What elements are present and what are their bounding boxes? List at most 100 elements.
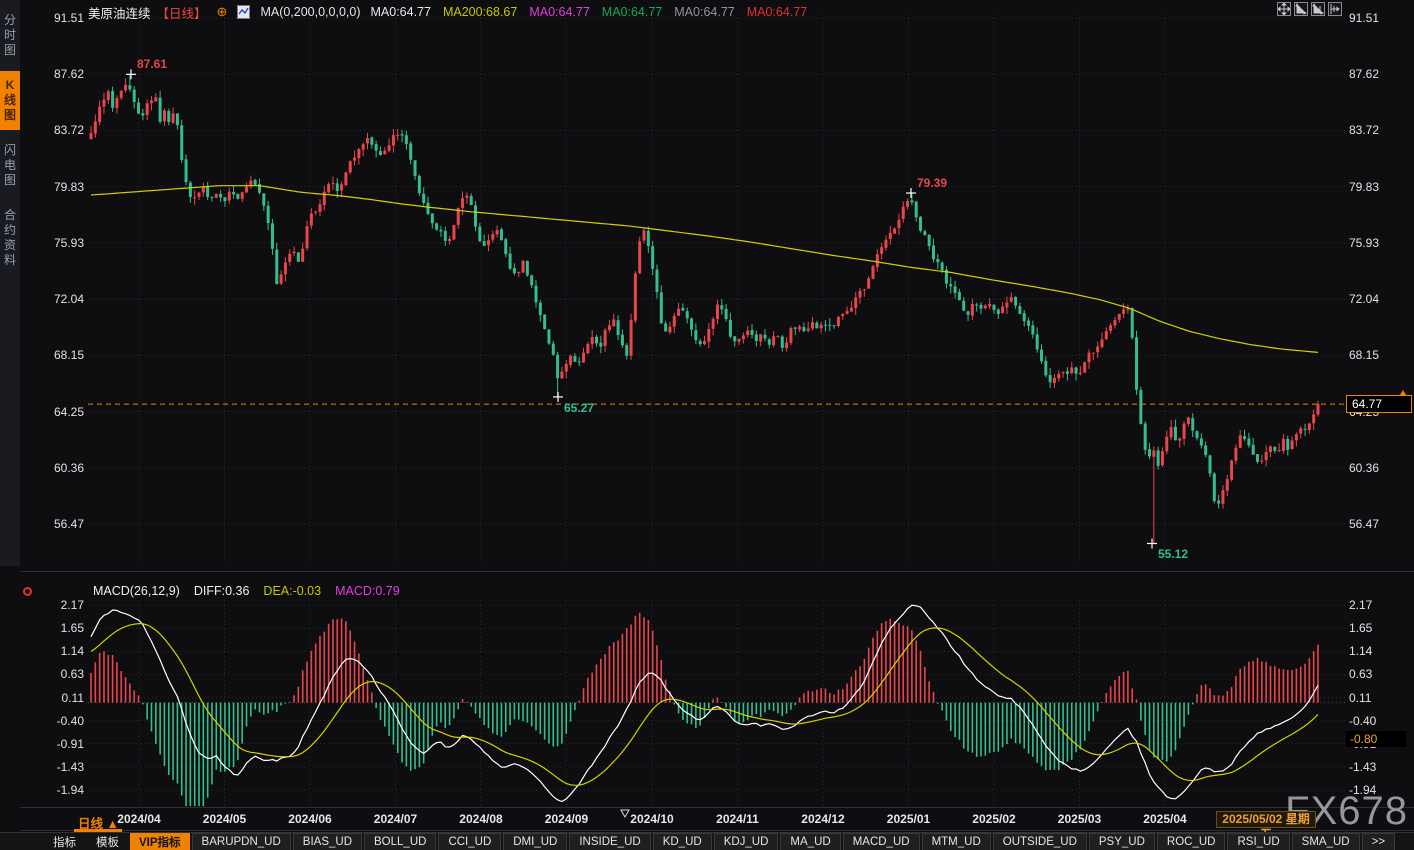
indicator-tab-[interactable]: >> — [1362, 833, 1395, 850]
price-tick-left: 91.51 — [20, 11, 84, 25]
price-tick-right: 83.72 — [1349, 123, 1411, 137]
indicator-tab-VIP[interactable]: VIP指标 — [130, 833, 190, 850]
macd-value-box: -0.80 — [1346, 731, 1406, 747]
indicator-tab-BARUPDN_UD[interactable]: BARUPDN_UD — [192, 833, 291, 850]
month-label: 2024/08 — [438, 812, 524, 826]
macd-tick-right: -0.40 — [1349, 714, 1411, 728]
current-date-label: 2025/05/02 星期五 — [1216, 811, 1316, 828]
macd-axis-value: -0.80 — [1350, 732, 1377, 746]
price-tick-right: 91.51 — [1349, 11, 1411, 25]
price-tick-right: 68.15 — [1349, 348, 1411, 362]
macd-legend-item-3: MACD:0.79 — [335, 584, 400, 598]
macd-tick-left: -0.91 — [20, 737, 84, 751]
price-tick-left: 56.47 — [20, 517, 84, 531]
indicator-tab-ROC_UD[interactable]: ROC_UD — [1157, 833, 1226, 850]
month-label: 2024/06 — [267, 812, 353, 826]
macd-tick-left: 0.63 — [20, 667, 84, 681]
period-label: 【日线】 — [157, 3, 207, 22]
indicator-tab-PSY_UD[interactable]: PSY_UD — [1089, 833, 1155, 850]
macd-tick-left: 0.11 — [20, 691, 84, 705]
chart-canvas — [0, 0, 1414, 850]
markers — [126, 69, 1408, 817]
price-tick-left: 75.93 — [20, 236, 84, 250]
month-label: 2025/04 — [1122, 812, 1208, 826]
indicator-tab-BOLL_UD[interactable]: BOLL_UD — [364, 833, 436, 850]
price-tick-left: 60.36 — [20, 461, 84, 475]
macd-tick-right: 1.14 — [1349, 644, 1411, 658]
macd-tick-left: 2.17 — [20, 598, 84, 612]
indicator-tab-OUTSIDE_UD[interactable]: OUTSIDE_UD — [993, 833, 1087, 850]
indicator-tab-KDJ_UD[interactable]: KDJ_UD — [714, 833, 779, 850]
price-annotation: 79.39 — [917, 176, 947, 190]
price-annotation: 87.61 — [137, 57, 167, 71]
month-label: 2024/07 — [353, 812, 439, 826]
price-tick-left: 79.83 — [20, 180, 84, 194]
macd-name: MACD(26,12,9) — [93, 584, 180, 598]
ma-value-4: MA0:64.77 — [602, 5, 662, 19]
indicator-tab-MTM_UD[interactable]: MTM_UD — [922, 833, 991, 850]
last-price-value: 64.77 — [1352, 397, 1382, 411]
kline-style-icon[interactable] — [237, 5, 250, 19]
ma-value-2: MA200:68.67 — [443, 5, 517, 19]
macd-tick-left: -0.40 — [20, 714, 84, 728]
indicator-tab-RSI_UD[interactable]: RSI_UD — [1227, 833, 1289, 850]
price-tick-left: 68.15 — [20, 348, 84, 362]
macd-tick-right: 2.17 — [1349, 598, 1411, 612]
ma-value-1: MA0:64.77 — [371, 5, 431, 19]
indicator-target-icon[interactable] — [23, 587, 32, 596]
candlestick-series — [90, 74, 1320, 543]
price-tick-right: 79.83 — [1349, 180, 1411, 194]
indicator-tab-[interactable]: 指标 — [44, 833, 85, 850]
ma-values: MA0:64.77 MA200:68.67 MA0:64.77 MA0:64.77 MA… — [371, 5, 808, 19]
macd-tick-right: -1.43 — [1349, 760, 1411, 774]
axis-scale-left-icon[interactable] — [1294, 2, 1308, 16]
price-tick-right: 60.36 — [1349, 461, 1411, 475]
indicator-tab-MACD_UD[interactable]: MACD_UD — [843, 833, 920, 850]
month-label: 2025/03 — [1037, 812, 1123, 826]
price-tick-right: 75.93 — [1349, 236, 1411, 250]
month-label: 2025/02 — [951, 812, 1037, 826]
price-annotation: 65.27 — [564, 401, 594, 415]
month-label: 2024/12 — [780, 812, 866, 826]
month-label: 2025/01 — [866, 812, 952, 826]
macd-tick-right: 1.65 — [1349, 621, 1411, 635]
indicator-tab-KD_UD[interactable]: KD_UD — [653, 833, 712, 850]
price-tick-right: 72.04 — [1349, 292, 1411, 306]
macd-tick-left: 1.65 — [20, 621, 84, 635]
macd-tick-right: 0.63 — [1349, 667, 1411, 681]
indicator-tab-CCI_UD[interactable]: CCI_UD — [438, 833, 501, 850]
month-label: 2024/10 — [609, 812, 695, 826]
axis-shift-icon[interactable] — [1328, 2, 1342, 16]
price-annotation: 55.12 — [1158, 547, 1188, 561]
indicator-tab-DMI_UD[interactable]: DMI_UD — [503, 833, 567, 850]
indicator-tab-[interactable]: 模板 — [87, 833, 128, 850]
axis-scale-right-icon[interactable] — [1311, 2, 1325, 16]
month-label: 2024/11 — [695, 812, 781, 826]
macd-tick-left: 1.14 — [20, 644, 84, 658]
macd-tick-left: -1.43 — [20, 760, 84, 774]
chart-legend: 美原油连续 【日线】 ⊕ MA(0,200,0,0,0,0) MA0:64.77… — [88, 3, 807, 21]
price-tick-left: 72.04 — [20, 292, 84, 306]
move-icon[interactable] — [1277, 2, 1291, 16]
last-price-box: 64.77 — [1346, 395, 1412, 413]
symbol-name: 美原油连续 — [88, 3, 151, 22]
indicator-tab-SMA_UD[interactable]: SMA_UD — [1292, 833, 1360, 850]
macd-legend-item-2: DEA:-0.03 — [263, 584, 321, 598]
macd-legend-item-1: DIFF:0.36 — [194, 584, 250, 598]
price-tick-left: 83.72 — [20, 123, 84, 137]
ma200-line — [91, 186, 1318, 353]
macd-tick-right: 0.11 — [1349, 691, 1411, 705]
month-label: 2024/09 — [524, 812, 610, 826]
indicator-tab-INSIDE_UD[interactable]: INSIDE_UD — [569, 833, 650, 850]
price-tick-left: 87.62 — [20, 67, 84, 81]
chart-window: 分时图K线图闪电图合约资料 美原油连续 【日线】 ⊕ MA(0,200,0,0,… — [0, 0, 1414, 850]
macd-legend: MACD(26,12,9) DIFF:0.36 DEA:-0.03 MACD:0.7… — [93, 584, 400, 598]
month-label: 2024/05 — [182, 812, 268, 826]
ma-value-5: MA0:64.77 — [674, 5, 734, 19]
ma-value-6: MA0:64.77 — [747, 5, 807, 19]
indicator-tab-BIAS_UD[interactable]: BIAS_UD — [293, 833, 362, 850]
indicator-settings-icon[interactable]: ⊕ — [217, 4, 228, 20]
ma-settings: MA(0,200,0,0,0,0) — [260, 5, 360, 19]
ma-value-3: MA0:64.77 — [529, 5, 589, 19]
indicator-tab-MA_UD[interactable]: MA_UD — [780, 833, 840, 850]
